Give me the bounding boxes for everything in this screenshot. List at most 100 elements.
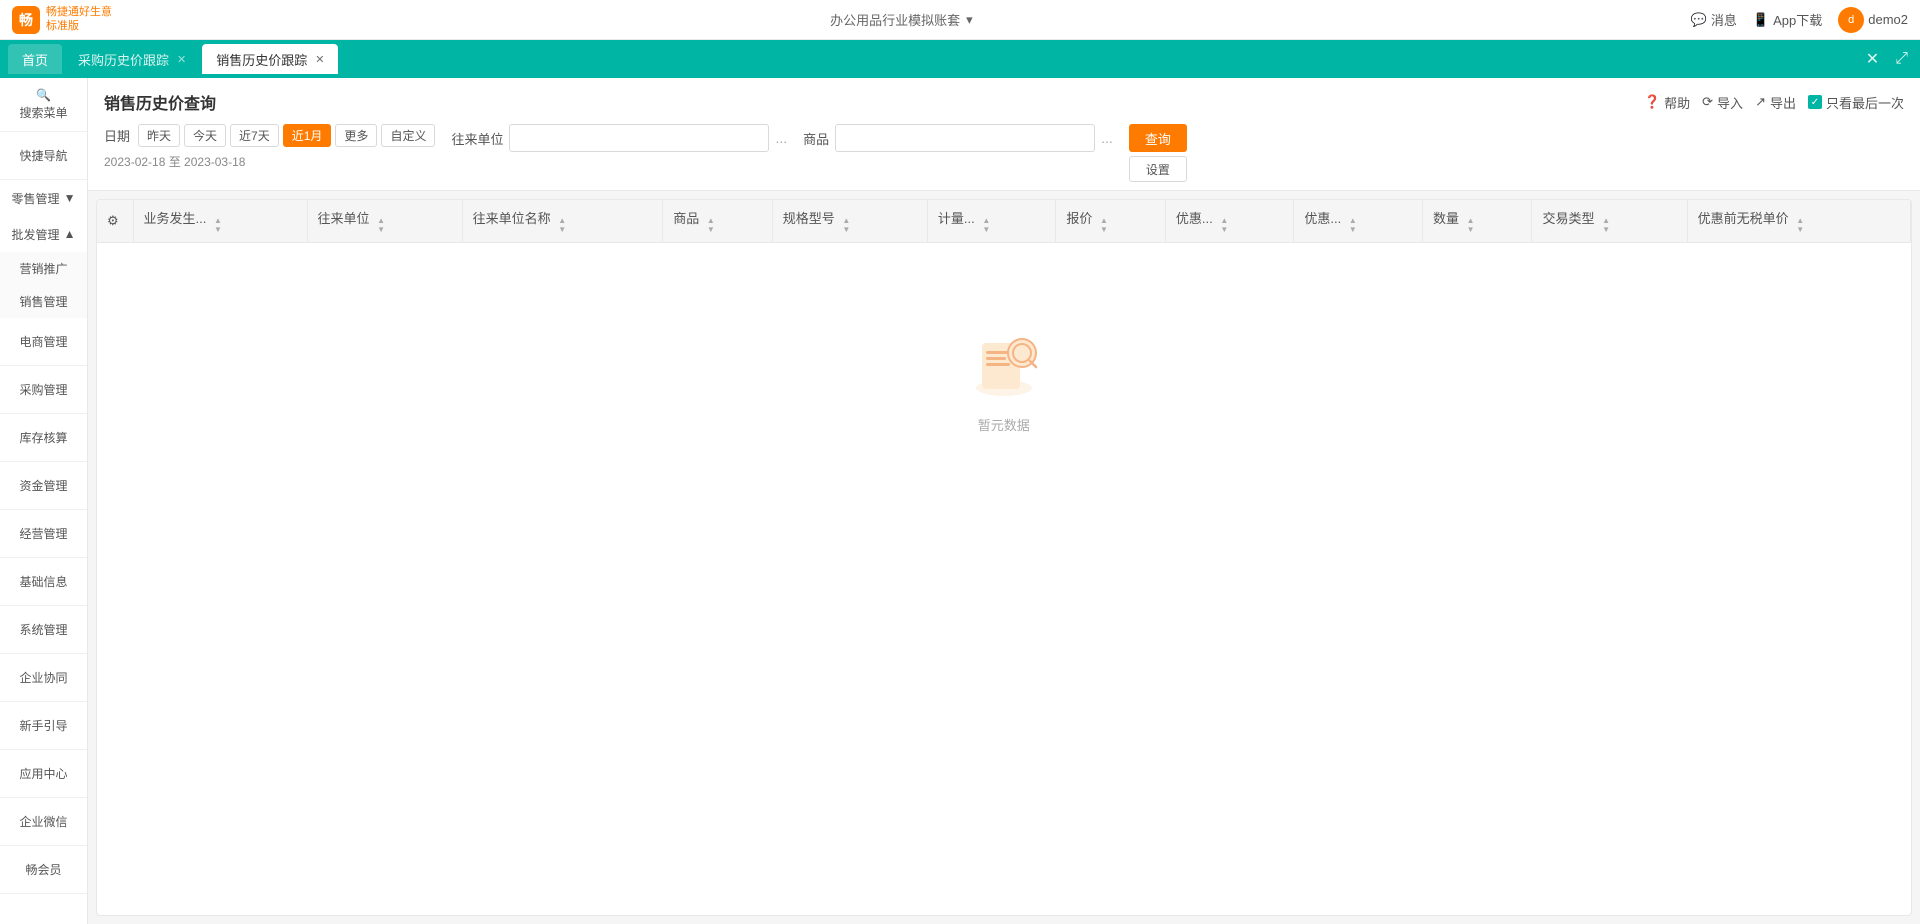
th-goods[interactable]: 商品 ▲ ▼	[663, 200, 773, 243]
date-buttons: 昨天 今天 近7天 近1月 更多 自定义	[138, 124, 435, 147]
date-filter-group: 日期 昨天 今天 近7天 近1月 更多 自定义 2023-02-18 至 202…	[104, 124, 435, 170]
sort-arrows: ▲ ▼	[1100, 217, 1108, 234]
tab-purchase-close[interactable]: ✕	[177, 53, 186, 66]
help-icon: ❓	[1644, 94, 1660, 110]
date-range-display: 2023-02-18 至 2023-03-18	[104, 153, 435, 170]
tab-sales-close[interactable]: ✕	[315, 53, 324, 66]
sort-arrows: ▲ ▼	[1349, 217, 1357, 234]
partner-dots[interactable]: ...	[775, 130, 787, 146]
sidebar-item-search[interactable]: 🔍 搜索菜单	[0, 78, 87, 132]
empty-icon	[964, 323, 1044, 403]
app-selector[interactable]: 办公用品行业模拟账套 ▾	[830, 10, 973, 29]
sidebar-item-system[interactable]: 系统管理	[0, 606, 87, 654]
tab-bar: 首页 采购历史价跟踪 ✕ 销售历史价跟踪 ✕ ✕ ⤢	[0, 40, 1920, 78]
sidebar-item-inventory[interactable]: 库存核算	[0, 414, 87, 462]
date-btn-more[interactable]: 更多	[335, 124, 377, 147]
date-btn-1month[interactable]: 近1月	[283, 124, 332, 147]
sort-arrows: ▲ ▼	[842, 217, 850, 234]
user-profile[interactable]: d demo2	[1838, 7, 1908, 33]
sort-arrows: ▲ ▼	[1602, 217, 1610, 234]
settings-icon[interactable]: ⚙	[107, 213, 119, 228]
date-btn-custom[interactable]: 自定义	[381, 124, 435, 147]
date-btn-7days[interactable]: 近7天	[230, 124, 279, 147]
page-title-row: 销售历史价查询 ❓ 帮助 ⟳ 导入 ↗ 导出 ✓	[104, 90, 1904, 114]
message-icon: 💬	[1691, 12, 1707, 28]
sidebar-item-guide[interactable]: 新手引导	[0, 702, 87, 750]
sidebar-item-purchase[interactable]: 采购管理	[0, 366, 87, 414]
th-discount2[interactable]: 优惠... ▲ ▼	[1294, 200, 1423, 243]
sort-arrows: ▲ ▼	[1220, 217, 1228, 234]
th-partner-name[interactable]: 往来单位名称 ▲ ▼	[462, 200, 663, 243]
table-header: ⚙ 业务发生... ▲ ▼ 往来单位 ▲	[97, 200, 1911, 243]
sidebar-item-sales-mgmt[interactable]: 销售管理	[0, 285, 87, 318]
logo-area[interactable]: 畅 畅捷通好生意 标准版	[12, 6, 112, 34]
help-btn[interactable]: ❓ 帮助	[1644, 93, 1690, 112]
message-nav[interactable]: 💬 消息	[1691, 10, 1737, 29]
sidebar-item-retail[interactable]: 零售管理 ▼	[0, 180, 87, 216]
top-bar-left: 畅 畅捷通好生意 标准版	[12, 6, 112, 34]
checkbox-checked-icon: ✓	[1808, 95, 1822, 109]
logo-icon: 畅	[12, 6, 40, 34]
sidebar-item-marketing[interactable]: 营销推广	[0, 252, 87, 285]
th-quote[interactable]: 报价 ▲ ▼	[1056, 200, 1166, 243]
sidebar-item-finance[interactable]: 资金管理	[0, 462, 87, 510]
logo-text: 畅捷通好生意 标准版	[46, 6, 112, 32]
sidebar-item-operation[interactable]: 经营管理	[0, 510, 87, 558]
sidebar-item-app-center[interactable]: 应用中心	[0, 750, 87, 798]
sort-arrows: ▲ ▼	[1796, 217, 1804, 234]
goods-dots[interactable]: ...	[1101, 130, 1113, 146]
th-qty[interactable]: 数量 ▲ ▼	[1422, 200, 1532, 243]
partner-input[interactable]	[509, 124, 769, 152]
empty-state: 暂元数据	[97, 243, 1911, 514]
page-header: 销售历史价查询 ❓ 帮助 ⟳ 导入 ↗ 导出 ✓	[88, 78, 1920, 191]
export-btn[interactable]: ↗ 导出	[1755, 93, 1796, 112]
th-trade-type[interactable]: 交易类型 ▲ ▼	[1532, 200, 1687, 243]
sidebar-item-member[interactable]: 畅会员	[0, 846, 87, 894]
th-settings[interactable]: ⚙	[97, 200, 133, 243]
filter-area: 日期 昨天 今天 近7天 近1月 更多 自定义 2023-02-18 至 202…	[104, 124, 1904, 182]
th-unit[interactable]: 计量... ▲ ▼	[927, 200, 1056, 243]
export-icon: ↗	[1755, 94, 1766, 110]
empty-text: 暂元数据	[978, 415, 1030, 434]
goods-filter-group: 商品 ...	[803, 124, 1113, 152]
sidebar-item-quick-nav[interactable]: 快捷导航	[0, 132, 87, 180]
import-btn[interactable]: ⟳ 导入	[1702, 93, 1743, 112]
sidebar-item-basic[interactable]: 基础信息	[0, 558, 87, 606]
sort-arrows: ▲ ▼	[558, 217, 566, 234]
sidebar-item-ecommerce[interactable]: 电商管理	[0, 318, 87, 366]
sort-arrows: ▲ ▼	[707, 217, 715, 234]
sidebar-item-wholesale[interactable]: 批发管理 ▲	[0, 216, 87, 252]
sidebar-item-wx[interactable]: 企业微信	[0, 798, 87, 846]
th-spec[interactable]: 规格型号 ▲ ▼	[772, 200, 927, 243]
maximize-btn[interactable]: ⤢	[1891, 50, 1912, 68]
view-last-checkbox[interactable]: ✓ 只看最后一次	[1808, 93, 1904, 112]
setting-button[interactable]: 设置	[1129, 156, 1187, 182]
content-area: 销售历史价查询 ❓ 帮助 ⟳ 导入 ↗ 导出 ✓	[88, 78, 1920, 924]
date-btn-today[interactable]: 今天	[184, 124, 226, 147]
th-tax-price[interactable]: 优惠前无税单价 ▲ ▼	[1687, 200, 1910, 243]
tab-home[interactable]: 首页	[8, 44, 62, 74]
page-title: 销售历史价查询	[104, 90, 216, 114]
tab-bar-actions: ✕ ⤢	[1862, 49, 1912, 69]
sidebar: 🔍 搜索菜单 快捷导航 零售管理 ▼ 批发管理 ▲ 营销推广 销售管理 电商管理…	[0, 78, 88, 924]
tab-purchase[interactable]: 采购历史价跟踪 ✕	[64, 44, 200, 74]
th-partner-code[interactable]: 往来单位 ▲ ▼	[307, 200, 462, 243]
sort-arrows: ▲ ▼	[1467, 217, 1475, 234]
tab-sales[interactable]: 销售历史价跟踪 ✕	[202, 44, 338, 74]
app-download-nav[interactable]: 📱 App下载	[1753, 10, 1822, 29]
sort-arrows: ▲ ▼	[982, 217, 990, 234]
goods-input[interactable]	[835, 124, 1095, 152]
table-body: 暂元数据	[97, 243, 1911, 515]
th-discount1[interactable]: 优惠... ▲ ▼	[1165, 200, 1294, 243]
search-icon: 🔍	[36, 88, 51, 102]
chevron-up-icon: ▲	[64, 227, 76, 241]
th-biz-date[interactable]: 业务发生... ▲ ▼	[133, 200, 307, 243]
date-btn-yesterday[interactable]: 昨天	[138, 124, 180, 147]
sidebar-item-enterprise[interactable]: 企业协同	[0, 654, 87, 702]
date-filter-row: 日期 昨天 今天 近7天 近1月 更多 自定义	[104, 124, 435, 147]
app-icon: 📱	[1753, 12, 1769, 28]
query-button[interactable]: 查询	[1129, 124, 1187, 152]
chevron-down-icon: ▾	[966, 12, 973, 28]
close-tab-btn[interactable]: ✕	[1862, 49, 1883, 69]
query-btn-group: 查询 设置	[1129, 124, 1187, 182]
